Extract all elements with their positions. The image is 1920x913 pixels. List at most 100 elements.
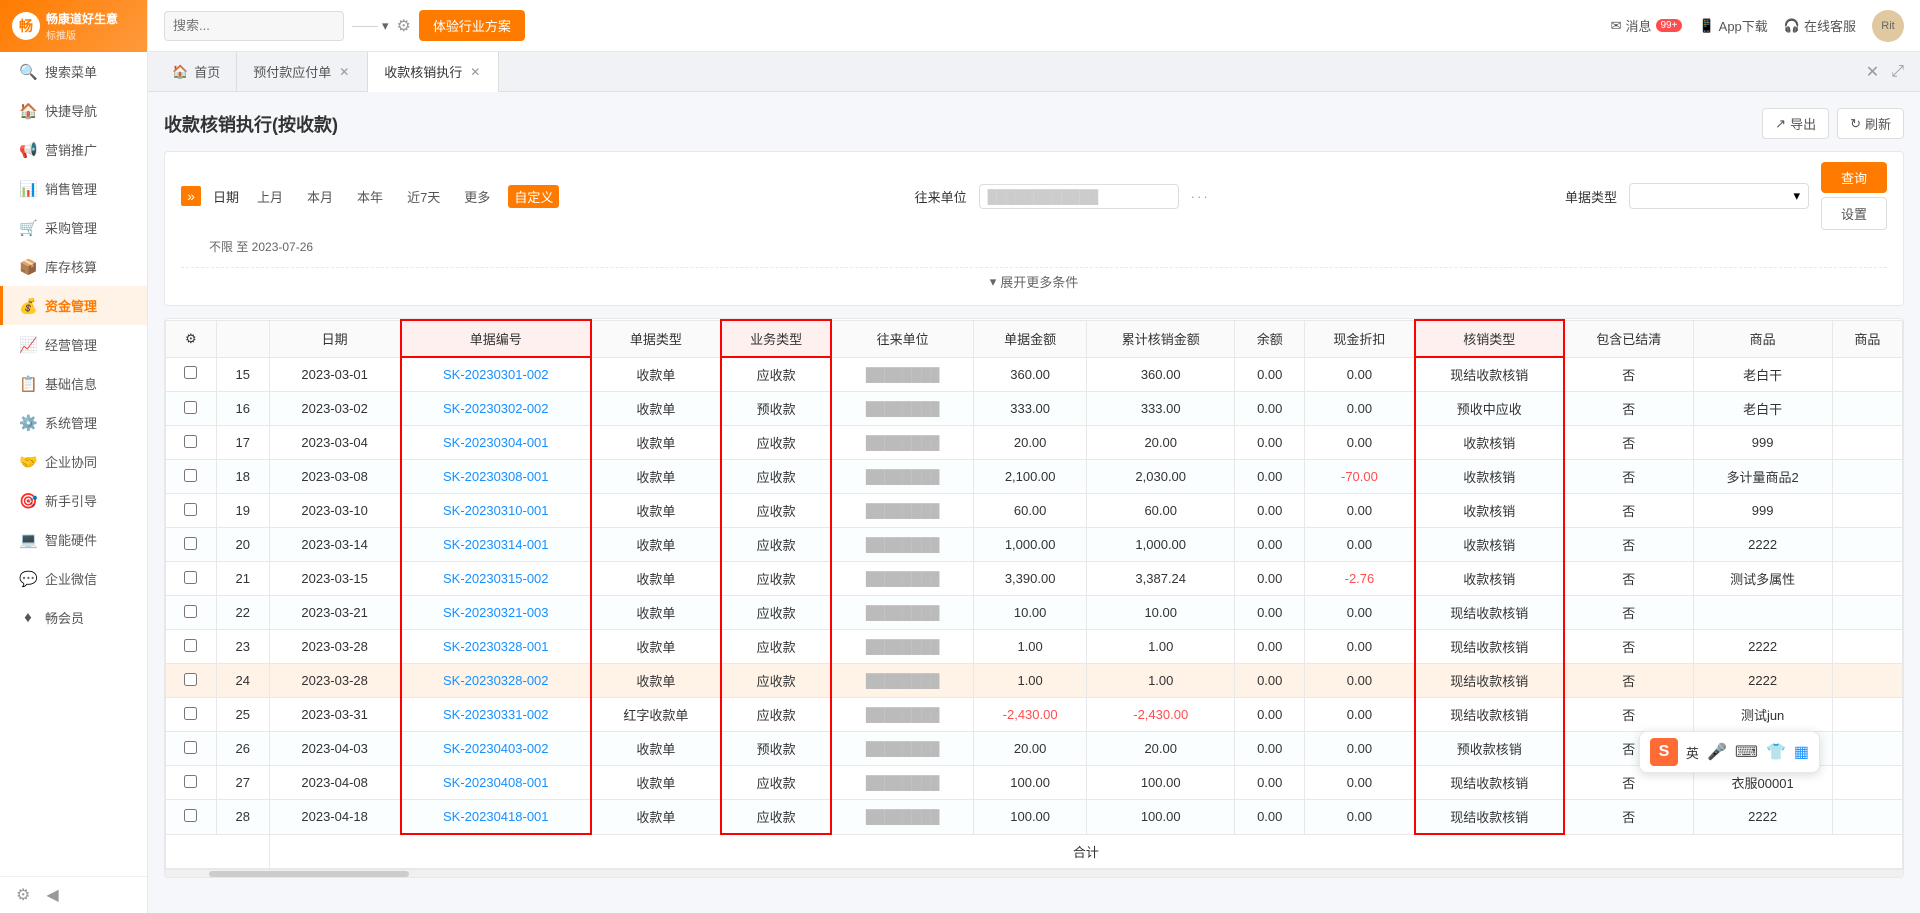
operation-icon: 📈: [19, 336, 37, 354]
td-amount: 360.00: [973, 357, 1086, 392]
td-writeoff-type: 现结收款核销: [1415, 630, 1564, 664]
tab-collection[interactable]: 收款核销执行 ✕: [368, 52, 499, 92]
tab-close-button[interactable]: ✕: [1862, 58, 1883, 86]
td-checkbox[interactable]: [166, 562, 217, 596]
page-header: 收款核销执行(按收款) ↗ 导出 ↻ 刷新: [164, 108, 1904, 139]
doc-no-link[interactable]: SK-20230328-002: [443, 673, 549, 688]
tab-prepay-close[interactable]: ✕: [337, 63, 351, 81]
footer-total: 合计: [269, 834, 1902, 869]
keyboard-icon[interactable]: ⌨: [1735, 742, 1758, 762]
sidebar-item-purchase[interactable]: 🛒 采购管理: [0, 208, 147, 247]
td-checkbox[interactable]: [166, 732, 217, 766]
td-checkbox[interactable]: [166, 698, 217, 732]
td-checkbox[interactable]: [166, 596, 217, 630]
date-range-display: 不限 至 2023-07-26: [209, 238, 313, 255]
doc-no-link[interactable]: SK-20230302-002: [443, 401, 549, 416]
microphone-icon[interactable]: 🎤: [1707, 742, 1727, 762]
td-biz-type: 应收款: [721, 426, 832, 460]
sidebar-item-member[interactable]: ♦ 畅会员: [0, 598, 147, 637]
td-include-settled: 否: [1564, 426, 1693, 460]
th-balance: 余额: [1235, 320, 1305, 357]
doc-no-link[interactable]: SK-20230408-001: [443, 775, 549, 790]
doc-no-link[interactable]: SK-20230315-002: [443, 571, 549, 586]
sidebar-item-basic[interactable]: 📋 基础信息: [0, 364, 147, 403]
tab-expand-button[interactable]: ⤢: [1887, 58, 1908, 86]
export-button[interactable]: ↗ 导出: [1762, 108, 1829, 139]
sidebar-item-system[interactable]: ⚙️ 系统管理: [0, 403, 147, 442]
td-balance: 0.00: [1235, 494, 1305, 528]
grid-icon[interactable]: ▦: [1794, 742, 1809, 762]
td-checkbox[interactable]: [166, 460, 217, 494]
sidebar-item-sales[interactable]: 📊 销售管理: [0, 169, 147, 208]
sidebar-item-corp[interactable]: 🤝 企业协同: [0, 442, 147, 481]
td-checkbox[interactable]: [166, 800, 217, 835]
td-include-settled: 否: [1564, 596, 1693, 630]
topbar-dropdown[interactable]: —— ▾: [352, 18, 389, 34]
td-checkbox[interactable]: [166, 426, 217, 460]
th-amount: 单据金额: [973, 320, 1086, 357]
expand-conditions-button[interactable]: ▾ 展开更多条件: [181, 267, 1887, 295]
td-checkbox[interactable]: [166, 494, 217, 528]
td-no: 16: [216, 392, 269, 426]
date-more[interactable]: 更多: [458, 185, 496, 208]
tab-prepay[interactable]: 预付款应付单 ✕: [237, 52, 368, 92]
sidebar-item-inventory[interactable]: 📦 库存核算: [0, 247, 147, 286]
doc-no-link[interactable]: SK-20230314-001: [443, 537, 549, 552]
td-writeoff-type: 现结收款核销: [1415, 664, 1564, 698]
sidebar-item-guide[interactable]: 🎯 新手引导: [0, 481, 147, 520]
doc-no-link[interactable]: SK-20230321-003: [443, 605, 549, 620]
topbar-search-input[interactable]: [164, 11, 344, 41]
query-button[interactable]: 查询: [1821, 162, 1887, 193]
th-biz-type: 业务类型: [721, 320, 832, 357]
filter-expand-button[interactable]: »: [181, 186, 201, 206]
settings-footer-icon[interactable]: ⚙: [16, 885, 30, 905]
doc-no-link[interactable]: SK-20230418-001: [443, 809, 549, 824]
doc-type-select[interactable]: ▾: [1629, 183, 1809, 209]
td-doc-no: SK-20230321-003: [401, 596, 591, 630]
doc-no-link[interactable]: SK-20230304-001: [443, 435, 549, 450]
date-last-7days[interactable]: 近7天: [401, 185, 446, 208]
date-last-month[interactable]: 上月: [251, 185, 289, 208]
date-this-month[interactable]: 本月: [301, 185, 339, 208]
date-this-year[interactable]: 本年: [351, 185, 389, 208]
sidebar-item-search[interactable]: 🔍 搜索菜单: [0, 52, 147, 91]
collapse-icon[interactable]: ◀: [46, 885, 58, 905]
topbar-app-download[interactable]: 📱 App下载: [1698, 16, 1767, 35]
doc-no-link[interactable]: SK-20230301-002: [443, 367, 549, 382]
td-include-settled: 否: [1564, 357, 1693, 392]
doc-no-link[interactable]: SK-20230310-001: [443, 503, 549, 518]
td-checkbox[interactable]: [166, 528, 217, 562]
topbar-gear-icon[interactable]: ⚙: [397, 16, 411, 36]
sidebar-item-marketing[interactable]: 📢 营销推广: [0, 130, 147, 169]
table-row: 17 2023-03-04 SK-20230304-001 收款单 应收款 ██…: [166, 426, 1903, 460]
horizontal-scrollbar[interactable]: [165, 869, 1903, 877]
message-icon: ✉: [1611, 18, 1622, 34]
sidebar-item-operation[interactable]: 📈 经营管理: [0, 325, 147, 364]
doc-no-link[interactable]: SK-20230403-002: [443, 741, 549, 756]
date-custom[interactable]: 自定义: [508, 185, 559, 208]
doc-no-link[interactable]: SK-20230328-001: [443, 639, 549, 654]
user-avatar[interactable]: Rit: [1872, 10, 1904, 42]
tab-home[interactable]: 🏠 首页: [156, 52, 237, 92]
sidebar-item-finance[interactable]: 💰 资金管理: [0, 286, 147, 325]
doc-no-link[interactable]: SK-20230331-002: [443, 707, 549, 722]
th-settings[interactable]: ⚙: [166, 320, 217, 357]
td-checkbox[interactable]: [166, 392, 217, 426]
industry-solution-button[interactable]: 体验行业方案: [419, 10, 525, 41]
refresh-button[interactable]: ↻ 刷新: [1837, 108, 1904, 139]
sidebar-item-wechat[interactable]: 💬 企业微信: [0, 559, 147, 598]
sidebar-item-hardware[interactable]: 💻 智能硬件: [0, 520, 147, 559]
td-checkbox[interactable]: [166, 664, 217, 698]
td-checkbox[interactable]: [166, 630, 217, 664]
td-checkbox[interactable]: [166, 766, 217, 800]
tab-collection-close[interactable]: ✕: [468, 63, 482, 81]
doc-no-link[interactable]: SK-20230308-001: [443, 469, 549, 484]
scrollbar-thumb[interactable]: [209, 871, 409, 877]
topbar-online-service[interactable]: 🎧 在线客服: [1784, 16, 1856, 35]
sidebar-item-quick[interactable]: 🏠 快捷导航: [0, 91, 147, 130]
td-checkbox[interactable]: [166, 357, 217, 392]
settings-button[interactable]: 设置: [1821, 197, 1887, 230]
partner-input[interactable]: ████████████: [979, 184, 1179, 209]
topbar-message-button[interactable]: ✉ 消息 99+: [1611, 16, 1683, 35]
td-amount: 10.00: [973, 596, 1086, 630]
